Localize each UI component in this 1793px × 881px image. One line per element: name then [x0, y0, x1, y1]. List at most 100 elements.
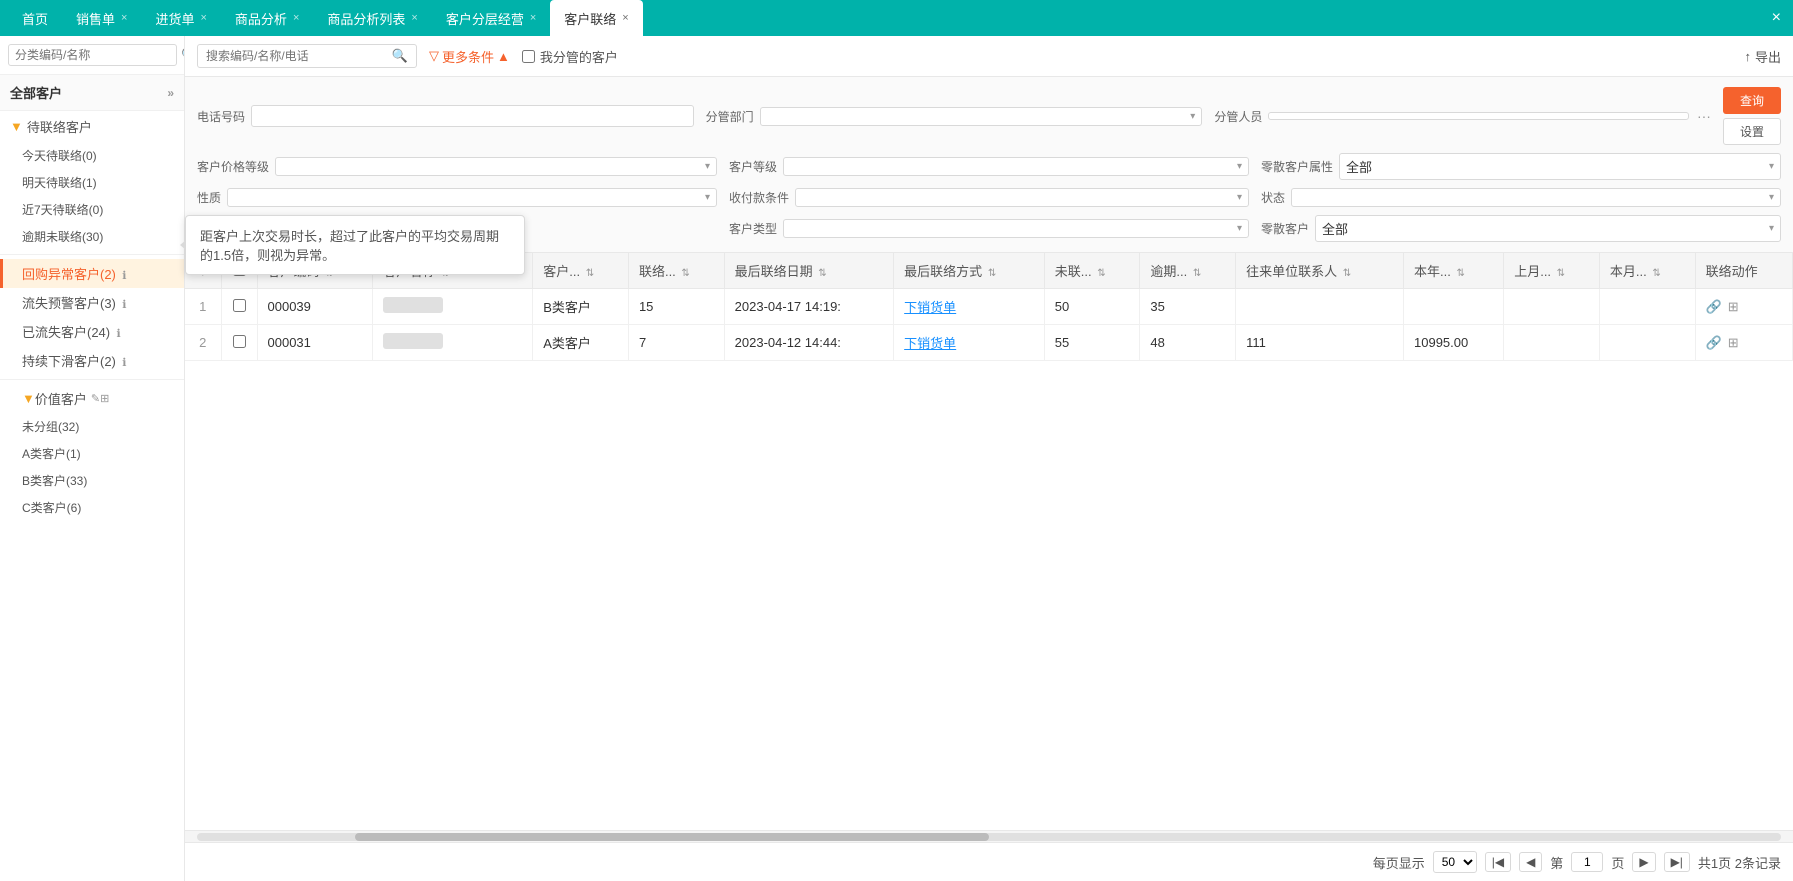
close-product-analysis[interactable]: ×	[293, 12, 299, 24]
row-num-2: 2	[185, 325, 221, 361]
row-1-overdue: 35	[1140, 289, 1236, 325]
query-button[interactable]: 查询	[1723, 87, 1781, 114]
retail-attr-select[interactable]: 全部 ▾	[1339, 153, 1781, 180]
next-page-button[interactable]: ▶	[1632, 852, 1655, 872]
phone-input[interactable]	[251, 105, 694, 127]
close-purchase-order[interactable]: ×	[200, 12, 206, 24]
edit-value-group-icon[interactable]: ✎	[91, 392, 100, 405]
sidebar-item-churned[interactable]: 已流失客户(24) ℹ	[0, 317, 184, 346]
pagination: 每页显示 50 |◀ ◀ 第 页 ▶ ▶| 共1页 2条记录	[185, 842, 1793, 881]
filter-search-icon[interactable]: 🔍	[392, 48, 408, 64]
row-2-contact-person: 111	[1236, 325, 1404, 361]
sort-this-month-icon[interactable]: ⇅	[1652, 268, 1660, 279]
payment-select[interactable]: ▾	[795, 188, 1249, 207]
arrow-icon: ▼	[10, 119, 23, 134]
row-1-checkbox[interactable]	[233, 299, 246, 312]
sidebar-item-tomorrow[interactable]: 明天待联络(1)	[0, 169, 184, 196]
sidebar-item-overdue[interactable]: 逾期未联络(30)	[0, 223, 184, 250]
customer-level-chevron-icon: ▾	[1237, 161, 1242, 172]
customer-type-select[interactable]: ▾	[783, 219, 1249, 238]
sort-this-year-icon[interactable]: ⇅	[1456, 268, 1464, 279]
sidebar-item-ungroup[interactable]: 未分组(32)	[0, 413, 184, 440]
sort-last-date-icon[interactable]: ⇅	[818, 268, 826, 279]
row-2-last-method-link[interactable]: 下销货单	[904, 336, 956, 351]
sort-last-method-icon[interactable]: ⇅	[988, 268, 996, 279]
horizontal-scrollbar[interactable]	[185, 830, 1793, 842]
page-number-input[interactable]	[1571, 852, 1603, 872]
export-button[interactable]: ↑ 导出	[1744, 47, 1781, 66]
collapse-icon[interactable]: »	[167, 86, 174, 100]
sidebar-item-class-b[interactable]: B类客户(33)	[0, 467, 184, 494]
prev-page-button[interactable]: ◀	[1519, 852, 1542, 872]
close-customer-contact[interactable]: ×	[622, 12, 628, 24]
my-customers-filter: 我分管的客户	[522, 47, 618, 66]
sort-contact-person-icon[interactable]: ⇅	[1343, 268, 1351, 279]
row-2-link-icon[interactable]: 🔗	[1706, 335, 1722, 351]
row-2-last-method: 下销货单	[894, 325, 1045, 361]
first-page-button[interactable]: |◀	[1485, 852, 1511, 872]
sort-last-month-icon[interactable]: ⇅	[1557, 268, 1565, 279]
sort-level-icon[interactable]: ⇅	[586, 268, 594, 279]
filter-retail-attr: 零散客户属性 全部 ▾	[1261, 153, 1781, 180]
sidebar-item-repurchase-anomaly[interactable]: 回购异常客户(2) ℹ	[0, 259, 184, 288]
nav-customer-contact[interactable]: 客户联络 ×	[550, 0, 642, 36]
per-page-select[interactable]: 50	[1433, 851, 1477, 873]
last-page-button[interactable]: ▶|	[1664, 852, 1690, 872]
nav-customer-segment[interactable]: 客户分层经营 ×	[432, 0, 550, 36]
nav-purchase-order[interactable]: 进货单 ×	[141, 0, 220, 36]
more-conditions-button[interactable]: ▽ 更多条件 ▲	[429, 47, 510, 66]
price-level-select[interactable]: ▾	[275, 157, 717, 176]
settings-button[interactable]: 设置	[1723, 118, 1781, 145]
filter-payment: 收付款条件 ▾	[729, 188, 1249, 207]
window-close-button[interactable]: ×	[1772, 9, 1781, 27]
sidebar-item-churn-warning[interactable]: 流失预警客户(3) ℹ	[0, 288, 184, 317]
gender-select[interactable]: ▾	[227, 188, 717, 207]
filter-status: 状态 ▾	[1261, 188, 1781, 207]
close-sales-order[interactable]: ×	[121, 12, 127, 24]
sidebar-item-today[interactable]: 今天待联络(0)	[0, 142, 184, 169]
sidebar-item-class-c[interactable]: C类客户(6)	[0, 494, 184, 521]
row-1-link-icon[interactable]: 🔗	[1706, 299, 1722, 315]
nav-product-analysis-list[interactable]: 商品分析列表 ×	[313, 0, 431, 36]
gender-chevron-icon: ▾	[705, 192, 710, 203]
sidebar-search-input[interactable]	[8, 44, 177, 66]
row-1-grid-icon[interactable]: ⊞	[1728, 299, 1739, 315]
th-last-method: 最后联络方式 ⇅	[894, 253, 1045, 289]
status-select[interactable]: ▾	[1291, 188, 1781, 207]
my-customers-checkbox[interactable]	[522, 50, 535, 63]
nav-sales-order[interactable]: 销售单 ×	[62, 0, 141, 36]
retail-customer-select[interactable]: 全部 ▾	[1315, 215, 1781, 242]
nav-product-analysis[interactable]: 商品分析 ×	[221, 0, 313, 36]
sidebar-group-value-customers[interactable]: ▼ 价值客户 ✎ ⊞	[0, 384, 184, 413]
filter-row-2: 客户价格等级 ▾ 客户等级 ▾ 零散客户属性 全部	[197, 153, 1781, 180]
sort-overdue-icon[interactable]: ⇅	[1193, 268, 1201, 279]
sidebar-item-class-a[interactable]: A类客户(1)	[0, 440, 184, 467]
sort-pending-icon[interactable]: ⇅	[1097, 268, 1105, 279]
filter-customer-type: 客户类型 ▾	[729, 219, 1249, 238]
row-1-last-month	[1504, 289, 1600, 325]
filter-dept: 分管部门 ▾	[706, 107, 1203, 126]
th-last-date: 最后联络日期 ⇅	[724, 253, 894, 289]
row-1-level: B类客户	[533, 289, 629, 325]
close-product-analysis-list[interactable]: ×	[411, 12, 417, 24]
filter-search-input[interactable]	[206, 49, 392, 63]
sidebar-item-7days[interactable]: 近7天待联络(0)	[0, 196, 184, 223]
row-2-checkbox[interactable]	[233, 335, 246, 348]
dept-select[interactable]: ▾	[760, 107, 1203, 126]
close-customer-segment[interactable]: ×	[530, 12, 536, 24]
row-1-contact: 15	[628, 289, 724, 325]
settings-value-group-icon[interactable]: ⊞	[100, 392, 109, 405]
row-1-last-method-link[interactable]: 下销货单	[904, 300, 956, 315]
sort-contact-icon[interactable]: ⇅	[681, 268, 689, 279]
sidebar-group-pending[interactable]: ▼ 待联络客户	[0, 111, 184, 142]
customer-type-chevron-icon: ▾	[1237, 223, 1242, 234]
sidebar-item-declining[interactable]: 持续下滑客户(2) ℹ	[0, 346, 184, 375]
manager-dots-button[interactable]: ···	[1697, 108, 1711, 124]
customer-level-select[interactable]: ▾	[783, 157, 1249, 176]
row-2-grid-icon[interactable]: ⊞	[1728, 335, 1739, 351]
filter-icon: ▽	[429, 48, 439, 64]
manager-select[interactable]	[1268, 112, 1689, 120]
row-1-contact-person	[1236, 289, 1404, 325]
nav-home[interactable]: 首页	[8, 0, 62, 36]
row-1-pending: 50	[1044, 289, 1140, 325]
